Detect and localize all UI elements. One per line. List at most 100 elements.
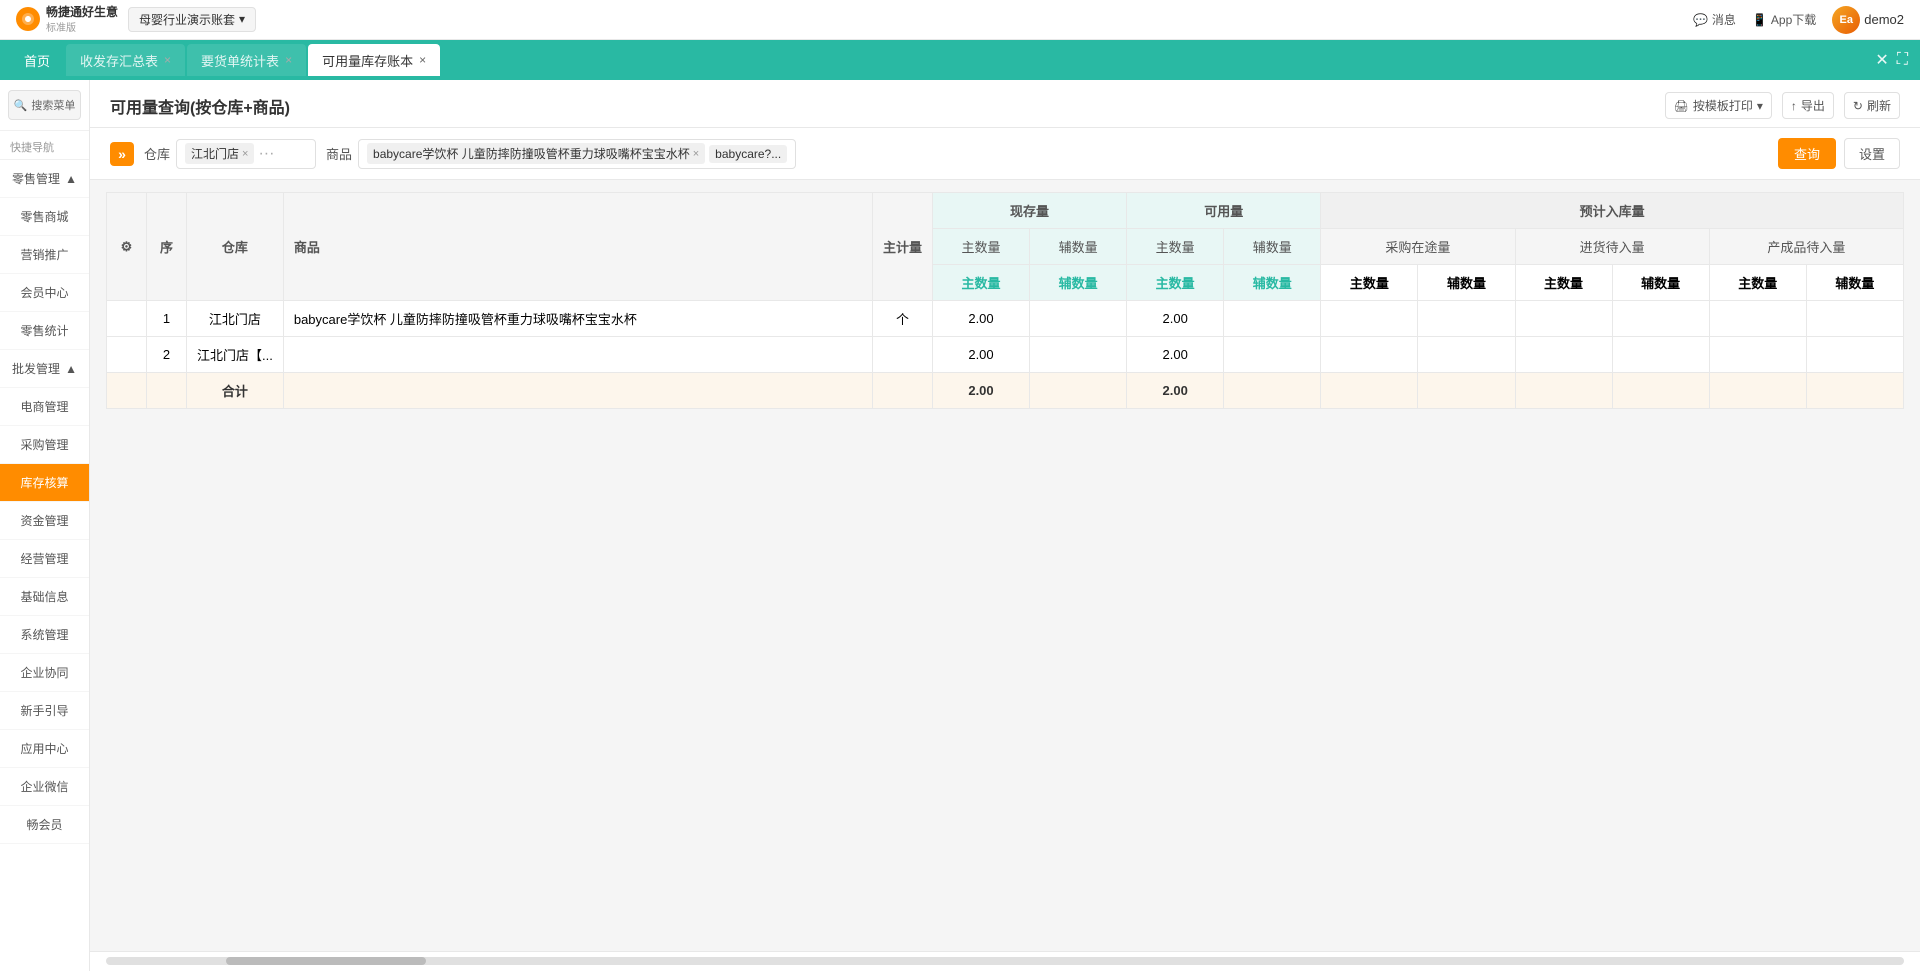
maximize-icon[interactable]: ⛶: [1897, 51, 1908, 69]
warehouse-more-icon[interactable]: ···: [258, 145, 274, 163]
main-layout: 🔍 搜索菜单 快捷导航 零售管理 ▲ 零售商城 营销推广 会员中心 零售统计 批…: [0, 80, 1920, 971]
logo: 畅捷通好生意 标准版: [16, 5, 118, 34]
current-main-header: 主数量: [932, 229, 1029, 265]
app-download-action[interactable]: 📱 App下载: [1752, 11, 1816, 28]
message-action[interactable]: 💬 消息: [1693, 11, 1736, 28]
logo-text-block: 畅捷通好生意 标准版: [46, 5, 118, 34]
row1-ig-main: [1515, 301, 1612, 337]
remove-warehouse-icon[interactable]: ×: [242, 148, 248, 160]
row2-ig-main: [1515, 337, 1612, 373]
settings-header[interactable]: ⚙: [107, 193, 147, 301]
export-button[interactable]: ↑ 导出: [1782, 92, 1834, 119]
purchase-transit-header: 采购在途量: [1321, 229, 1515, 265]
row2-product: [283, 337, 872, 373]
export-icon: ↑: [1791, 99, 1797, 113]
summary-row: 合计 2.00 2.00: [107, 373, 1904, 409]
scroll-track[interactable]: [106, 957, 1904, 965]
logo-text: 畅捷通好生意: [46, 5, 118, 19]
user-profile[interactable]: Ea demo2: [1832, 6, 1904, 34]
row2-pt-main: [1321, 337, 1418, 373]
sidebar-item-basic-info[interactable]: 基础信息: [0, 578, 89, 616]
filter-expand-button[interactable]: »: [110, 142, 134, 166]
sidebar-item-operations[interactable]: 经营管理: [0, 540, 89, 578]
row1-avail-main: 2.00: [1127, 301, 1224, 337]
sidebar-item-chang-member[interactable]: 畅会员: [0, 806, 89, 844]
row2-avail-sub: [1224, 337, 1321, 373]
close-icon[interactable]: ×: [419, 53, 426, 67]
summary-ig-sub: [1612, 373, 1709, 409]
close-tab-icon[interactable]: ✕: [1875, 50, 1888, 70]
sidebar-item-retail-mgmt[interactable]: 零售管理 ▲: [0, 160, 89, 198]
row1-current-main: 2.00: [932, 301, 1029, 337]
industry-selector[interactable]: 母婴行业演示账套 ▾: [128, 7, 256, 32]
summary-avail-main: 2.00: [1127, 373, 1224, 409]
product-label: 商品: [326, 144, 352, 163]
refresh-button[interactable]: ↻ 刷新: [1844, 92, 1900, 119]
search-icon: 🔍: [14, 99, 28, 112]
search-menu-label: 搜索菜单: [31, 97, 75, 113]
sidebar-item-newbie-guide[interactable]: 新手引导: [0, 692, 89, 730]
summary-current-sub: [1030, 373, 1127, 409]
tab-home[interactable]: 首页: [10, 44, 64, 76]
close-icon[interactable]: ×: [285, 53, 292, 67]
tab-label: 要货单统计表: [201, 51, 279, 70]
inventory-table: ⚙ 序 仓库 商品 主计量 现存量 可用量 预计入库量 主数量 辅数量 主数量: [106, 192, 1904, 409]
chevron-icon: ▲: [65, 172, 77, 186]
tab-receivable-summary[interactable]: 收发存汇总表 ×: [66, 44, 185, 76]
sidebar-item-finance[interactable]: 资金管理: [0, 502, 89, 540]
app-download-label: App下载: [1771, 11, 1816, 28]
print-button[interactable]: 🖨 按模板打印 ▾: [1665, 92, 1772, 119]
current-stock-header: 现存量: [932, 193, 1126, 229]
warehouse-input[interactable]: 江北门店 × ···: [176, 139, 316, 169]
sidebar-item-retail-stats[interactable]: 零售统计: [0, 312, 89, 350]
table-row: 2 江北门店【... 2.00 2.00: [107, 337, 1904, 373]
top-bar: 畅捷通好生意 标准版 母婴行业演示账套 ▾ 💬 消息 📱 App下载 Ea de…: [0, 0, 1920, 40]
sidebar-item-app-center[interactable]: 应用中心: [0, 730, 89, 768]
product-input[interactable]: babycare学饮杯 儿童防摔防撞吸管杯重力球吸嘴杯宝宝水杯 × babyca…: [358, 139, 796, 169]
row1-pt-sub: [1418, 301, 1515, 337]
nav-tabs-bar: 首页 收发存汇总表 × 要货单统计表 × 可用量库存账本 × ✕ ⛶: [0, 40, 1920, 80]
sidebar-item-marketing[interactable]: 营销推广: [0, 236, 89, 274]
sidebar-item-ecommerce[interactable]: 电商管理: [0, 388, 89, 426]
summary-label: 合计: [187, 373, 284, 409]
table-container[interactable]: ⚙ 序 仓库 商品 主计量 现存量 可用量 预计入库量 主数量 辅数量 主数量: [90, 180, 1920, 951]
sidebar-search-area: 🔍 搜索菜单: [0, 80, 89, 131]
sidebar-item-sys-mgmt[interactable]: 系统管理: [0, 616, 89, 654]
row1-current-sub: [1030, 301, 1127, 337]
sidebar-item-wholesale-mgmt[interactable]: 批发管理 ▲: [0, 350, 89, 388]
product-header: 商品: [283, 193, 872, 301]
product-tag-1: babycare学饮杯 儿童防摔防撞吸管杯重力球吸嘴杯宝宝水杯 ×: [367, 143, 705, 164]
sidebar-item-retail-mall[interactable]: 零售商城: [0, 198, 89, 236]
close-icon[interactable]: ×: [164, 53, 171, 67]
summary-pt-sub: [1418, 373, 1515, 409]
scroll-thumb[interactable]: [226, 957, 426, 965]
home-label: 首页: [24, 51, 50, 70]
summary-unit: [872, 373, 932, 409]
row1-settings: [107, 301, 147, 337]
row1-fg-sub: [1806, 301, 1903, 337]
remove-product-1-icon[interactable]: ×: [693, 148, 699, 160]
sidebar-item-member-center[interactable]: 会员中心: [0, 274, 89, 312]
setting-button[interactable]: 设置: [1844, 138, 1900, 169]
row2-seq: 2: [147, 337, 187, 373]
sidebar-item-enterprise-collab[interactable]: 企业协同: [0, 654, 89, 692]
sidebar-item-inventory[interactable]: 库存核算: [0, 464, 89, 502]
row1-fg-main: [1709, 301, 1806, 337]
sidebar-item-enterprise-wechat[interactable]: 企业微信: [0, 768, 89, 806]
product-tag-2-text: babycare?...: [715, 147, 781, 161]
user-initial: Ea: [1840, 14, 1853, 26]
search-menu-button[interactable]: 🔍 搜索菜单: [8, 90, 81, 120]
summary-settings: [107, 373, 147, 409]
ig-sub-header: 辅数量: [1612, 265, 1709, 301]
filter-actions: 查询 设置: [1778, 138, 1900, 169]
tab-order-stats[interactable]: 要货单统计表 ×: [187, 44, 306, 76]
product-filter: 商品 babycare学饮杯 儿童防摔防撞吸管杯重力球吸嘴杯宝宝水杯 × bab…: [326, 139, 796, 169]
print-icon: 🖨: [1674, 99, 1689, 113]
summary-fg-main: [1709, 373, 1806, 409]
sidebar-item-purchase-mgmt[interactable]: 采购管理: [0, 426, 89, 464]
tab-label: 可用量库存账本: [322, 51, 413, 70]
row1-ig-sub: [1612, 301, 1709, 337]
table-footer: [90, 951, 1920, 971]
tab-available-stock[interactable]: 可用量库存账本 ×: [308, 44, 440, 76]
query-button[interactable]: 查询: [1778, 138, 1836, 169]
